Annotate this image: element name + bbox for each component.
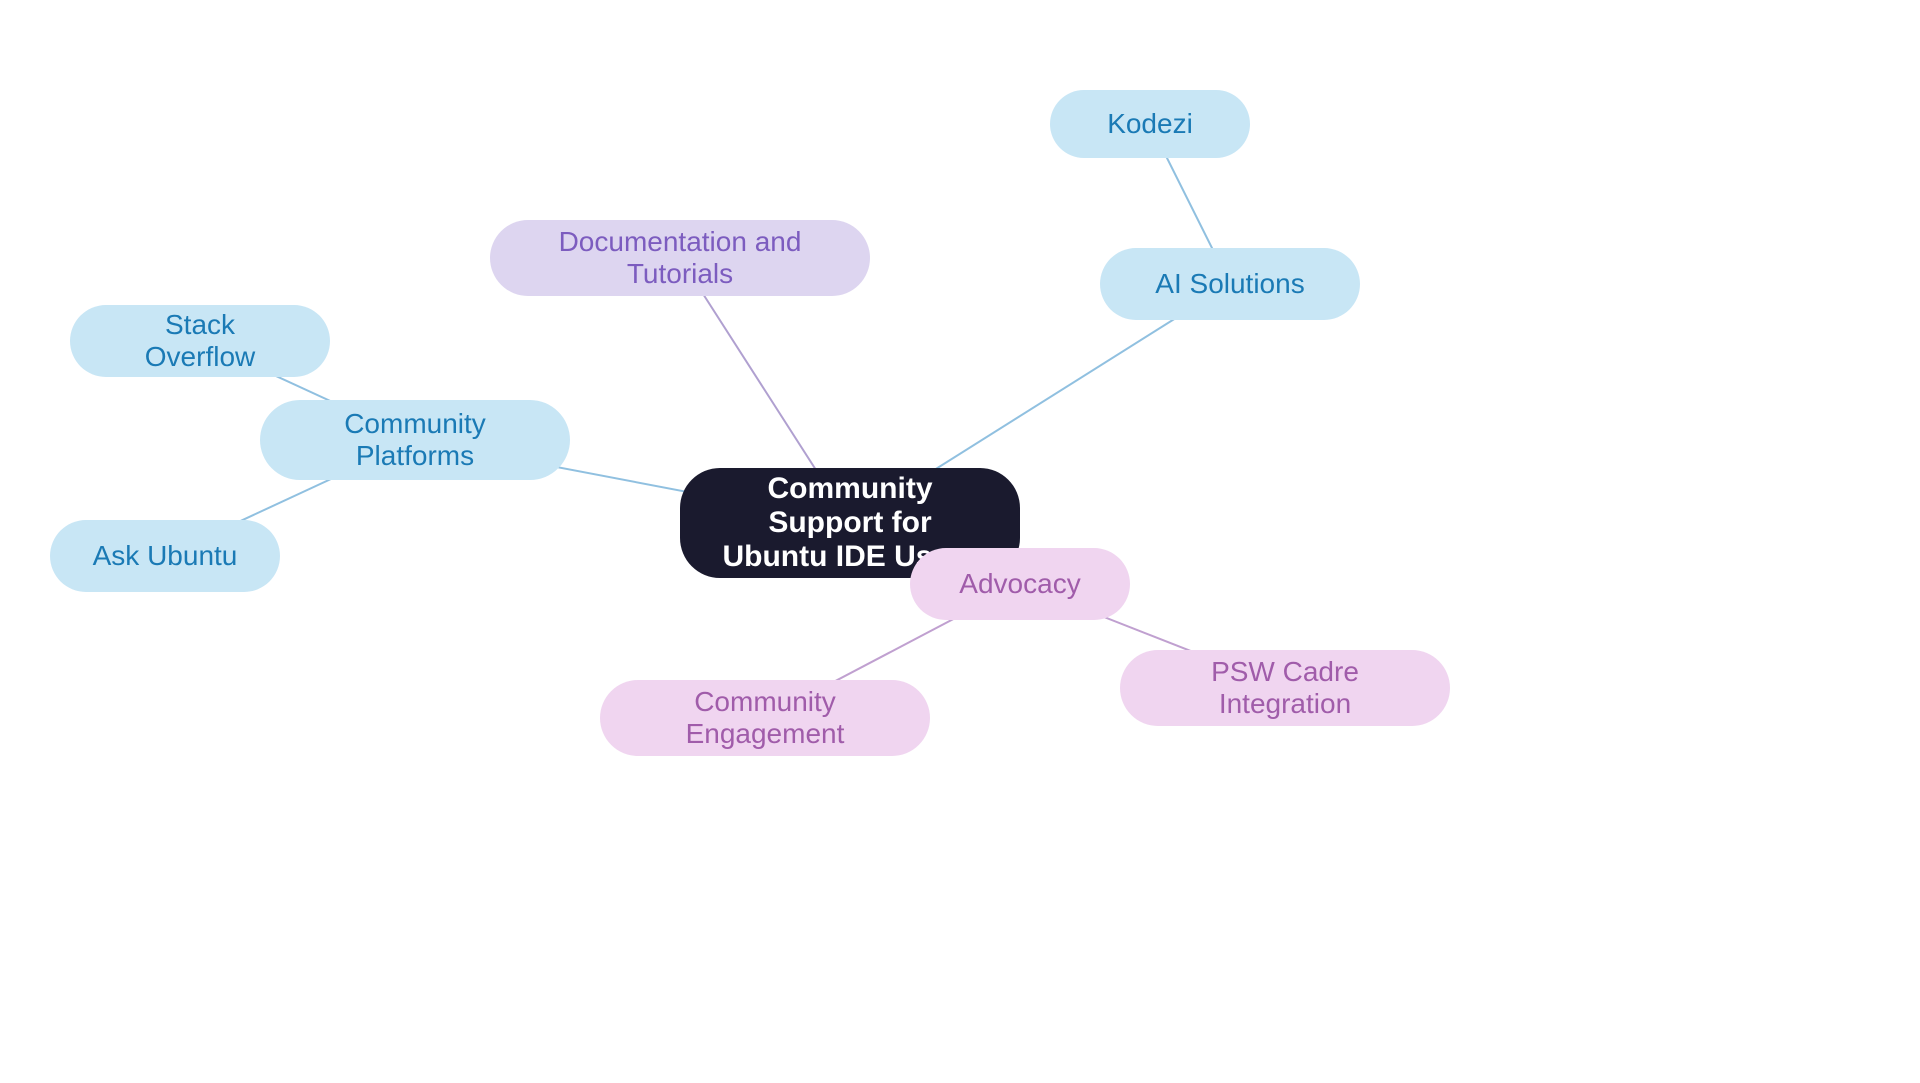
kodezi-node: Kodezi xyxy=(1050,90,1250,158)
ai-solutions-label: AI Solutions xyxy=(1155,268,1304,300)
psw-cadre-node: PSW Cadre Integration xyxy=(1120,650,1450,726)
community-platforms-label: Community Platforms xyxy=(296,408,534,472)
stack-overflow-label: Stack Overflow xyxy=(106,309,294,373)
community-platforms-node: Community Platforms xyxy=(260,400,570,480)
advocacy-label: Advocacy xyxy=(959,568,1080,600)
psw-cadre-label: PSW Cadre Integration xyxy=(1156,656,1414,720)
ai-solutions-node: AI Solutions xyxy=(1100,248,1360,320)
ask-ubuntu-node: Ask Ubuntu xyxy=(50,520,280,592)
stack-overflow-node: Stack Overflow xyxy=(70,305,330,377)
doc-tutorials-node: Documentation and Tutorials xyxy=(490,220,870,296)
ask-ubuntu-label: Ask Ubuntu xyxy=(93,540,238,572)
advocacy-node: Advocacy xyxy=(910,548,1130,620)
mindmap-canvas: Community Support for Ubuntu IDE Users D… xyxy=(0,0,1920,1083)
community-engagement-node: Community Engagement xyxy=(600,680,930,756)
doc-tutorials-label: Documentation and Tutorials xyxy=(526,226,834,290)
kodezi-label: Kodezi xyxy=(1107,108,1193,140)
community-engagement-label: Community Engagement xyxy=(636,686,894,750)
